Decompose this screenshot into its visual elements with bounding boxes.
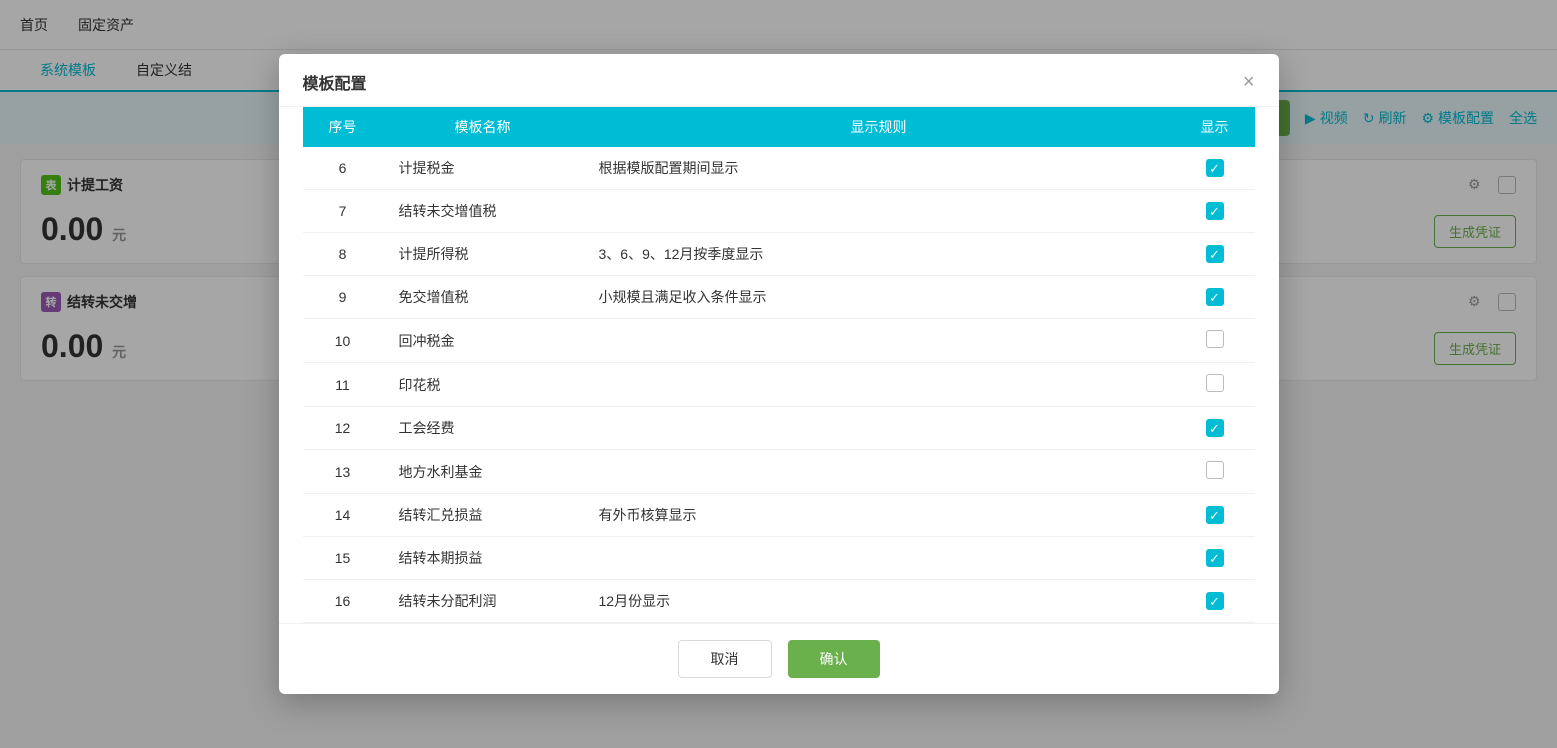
cell-checkbox[interactable]: ✓ — [1175, 580, 1255, 623]
template-config-modal: 模板配置 × 序号 模板名称 显示规则 显示 6计提税金根据模版配置期间显示✓7… — [279, 54, 1279, 694]
cell-seq: 7 — [303, 190, 383, 233]
cell-checkbox[interactable]: ✓ — [1175, 147, 1255, 190]
cell-name: 计提税金 — [383, 147, 583, 190]
cell-seq: 13 — [303, 450, 383, 494]
cell-checkbox[interactable] — [1175, 450, 1255, 494]
cell-rule — [583, 407, 1175, 450]
cell-seq: 8 — [303, 233, 383, 276]
cell-seq: 15 — [303, 537, 383, 580]
checkbox-row-15[interactable]: ✓ — [1206, 549, 1224, 567]
checkbox-row-16[interactable]: ✓ — [1206, 592, 1224, 610]
cell-seq: 12 — [303, 407, 383, 450]
cell-seq: 6 — [303, 147, 383, 190]
confirm-button[interactable]: 确认 — [788, 640, 880, 678]
table-row: 12工会经费 ✓ — [303, 407, 1255, 450]
cell-checkbox[interactable] — [1175, 319, 1255, 363]
modal-overlay: 模板配置 × 序号 模板名称 显示规则 显示 6计提税金根据模版配置期间显示✓7… — [0, 0, 1557, 748]
cell-name: 计提所得税 — [383, 233, 583, 276]
checkbox-row-14[interactable]: ✓ — [1206, 506, 1224, 524]
col-name: 模板名称 — [383, 107, 583, 147]
cell-name: 结转本期损益 — [383, 537, 583, 580]
table-row: 13地方水利基金 — [303, 450, 1255, 494]
modal-body: 序号 模板名称 显示规则 显示 6计提税金根据模版配置期间显示✓7结转未交增值税… — [279, 107, 1279, 623]
checkbox-row-8[interactable]: ✓ — [1206, 245, 1224, 263]
cell-checkbox[interactable]: ✓ — [1175, 276, 1255, 319]
cell-name: 结转汇兑损益 — [383, 494, 583, 537]
cell-checkbox[interactable] — [1175, 363, 1255, 407]
cell-name: 结转未交增值税 — [383, 190, 583, 233]
cell-seq: 11 — [303, 363, 383, 407]
modal-close-button[interactable]: × — [1243, 72, 1255, 92]
cell-checkbox[interactable]: ✓ — [1175, 190, 1255, 233]
table-row: 6计提税金根据模版配置期间显示 ✓ — [303, 147, 1255, 190]
cell-name: 免交增值税 — [383, 276, 583, 319]
table-header: 序号 模板名称 显示规则 显示 — [303, 107, 1255, 147]
table-row: 11印花税 — [303, 363, 1255, 407]
cell-rule — [583, 363, 1175, 407]
cell-rule — [583, 319, 1175, 363]
col-seq: 序号 — [303, 107, 383, 147]
cancel-button[interactable]: 取消 — [678, 640, 772, 678]
cell-seq: 9 — [303, 276, 383, 319]
cell-checkbox[interactable]: ✓ — [1175, 233, 1255, 276]
table-row: 7结转未交增值税 ✓ — [303, 190, 1255, 233]
cell-rule — [583, 450, 1175, 494]
cell-rule — [583, 537, 1175, 580]
checkbox-row-13[interactable] — [1206, 461, 1224, 479]
cell-rule — [583, 190, 1175, 233]
cell-checkbox[interactable]: ✓ — [1175, 537, 1255, 580]
cell-name: 结转未分配利润 — [383, 580, 583, 623]
table-row: 15结转本期损益 ✓ — [303, 537, 1255, 580]
modal-header: 模板配置 × — [279, 54, 1279, 107]
col-rule: 显示规则 — [583, 107, 1175, 147]
cell-rule: 小规模且满足收入条件显示 — [583, 276, 1175, 319]
checkbox-row-11[interactable] — [1206, 374, 1224, 392]
col-display: 显示 — [1175, 107, 1255, 147]
cell-name: 地方水利基金 — [383, 450, 583, 494]
modal-footer: 取消 确认 — [279, 623, 1279, 694]
cell-name: 回冲税金 — [383, 319, 583, 363]
table-row: 16结转未分配利润12月份显示 ✓ — [303, 580, 1255, 623]
cell-rule: 根据模版配置期间显示 — [583, 147, 1175, 190]
checkbox-row-9[interactable]: ✓ — [1206, 288, 1224, 306]
cell-rule: 3、6、9、12月按季度显示 — [583, 233, 1175, 276]
cell-name: 印花税 — [383, 363, 583, 407]
cell-seq: 14 — [303, 494, 383, 537]
cell-checkbox[interactable]: ✓ — [1175, 407, 1255, 450]
cell-checkbox[interactable]: ✓ — [1175, 494, 1255, 537]
table-row: 14结转汇兑损益有外币核算显示 ✓ — [303, 494, 1255, 537]
config-table: 序号 模板名称 显示规则 显示 6计提税金根据模版配置期间显示✓7结转未交增值税… — [303, 107, 1255, 623]
table-row: 9免交增值税小规模且满足收入条件显示 ✓ — [303, 276, 1255, 319]
cell-rule: 12月份显示 — [583, 580, 1175, 623]
modal-title: 模板配置 — [303, 70, 367, 94]
cell-seq: 10 — [303, 319, 383, 363]
cell-rule: 有外币核算显示 — [583, 494, 1175, 537]
checkbox-row-7[interactable]: ✓ — [1206, 202, 1224, 220]
cell-name: 工会经费 — [383, 407, 583, 450]
table-row: 8计提所得税3、6、9、12月按季度显示 ✓ — [303, 233, 1255, 276]
table-row: 10回冲税金 — [303, 319, 1255, 363]
cell-seq: 16 — [303, 580, 383, 623]
checkbox-row-12[interactable]: ✓ — [1206, 419, 1224, 437]
checkbox-row-10[interactable] — [1206, 330, 1224, 348]
checkbox-row-6[interactable]: ✓ — [1206, 159, 1224, 177]
table-body: 6计提税金根据模版配置期间显示✓7结转未交增值税✓8计提所得税3、6、9、12月… — [303, 147, 1255, 623]
